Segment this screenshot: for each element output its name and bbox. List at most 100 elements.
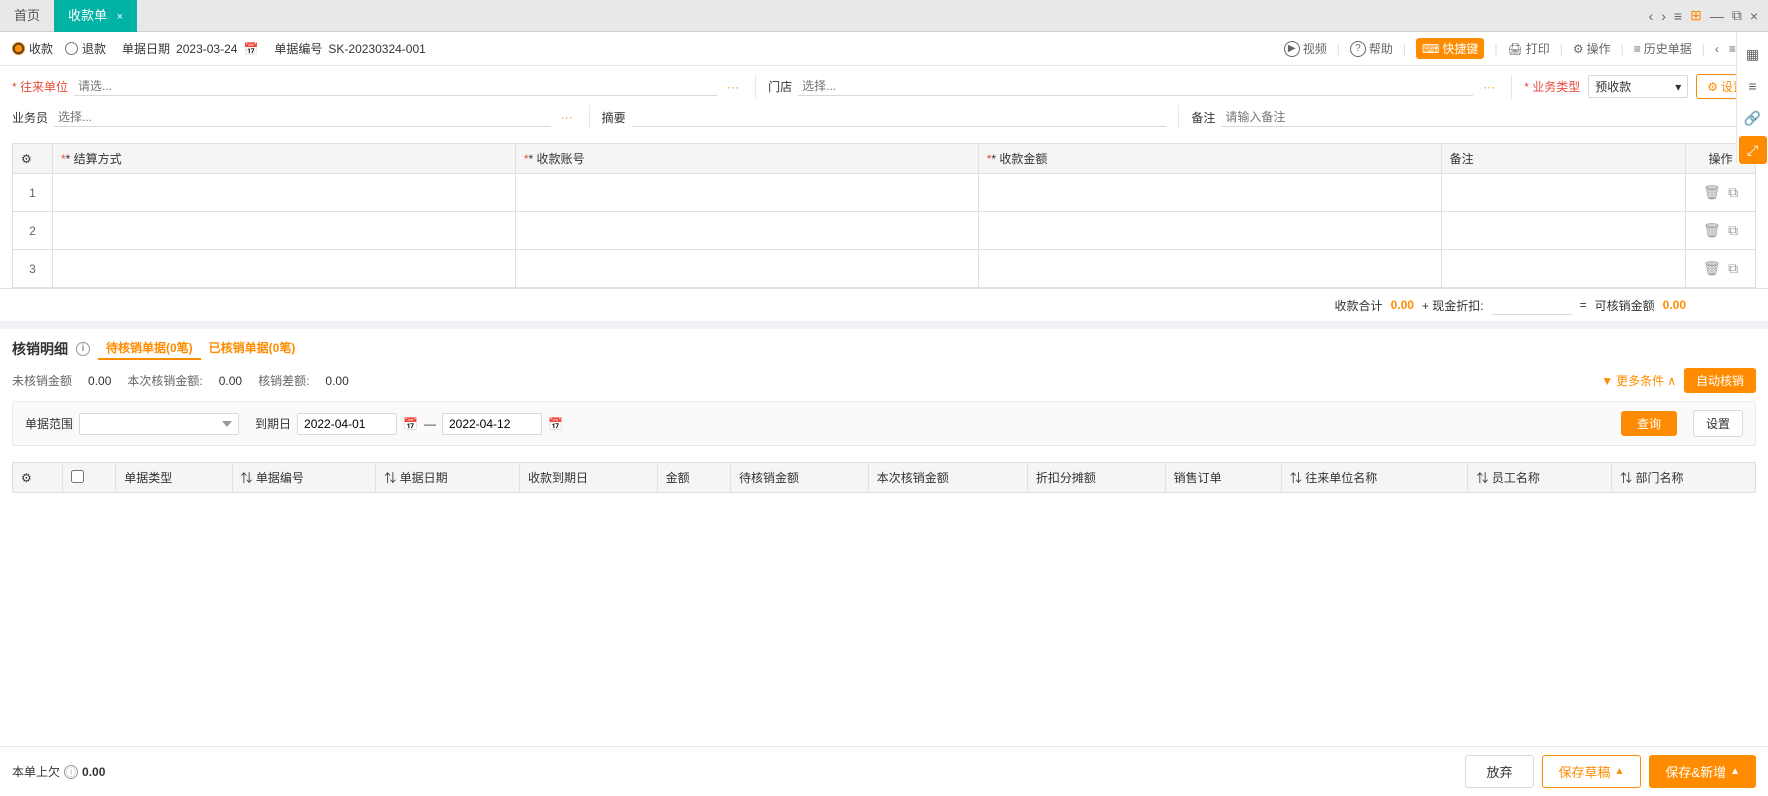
calendar-to-icon[interactable]: 📅	[548, 417, 563, 431]
tab-done[interactable]: 已核销单据(0笔)	[201, 337, 304, 360]
store-more-btn[interactable]: ···	[1479, 80, 1499, 94]
summary-field: 摘要	[602, 108, 1167, 127]
salesperson-input[interactable]	[54, 108, 551, 127]
query-btn[interactable]: 查询	[1621, 411, 1677, 436]
calendar-from-icon[interactable]: 📅	[403, 417, 418, 431]
tab-bar-right: ‹ › ≡ ⊞ — ⧉ ×	[1649, 7, 1768, 24]
help-action[interactable]: ? 帮助	[1350, 40, 1393, 57]
business-type-field: * 业务类型 预收款 ▾ ⚙ 设置	[1524, 74, 1756, 99]
divider-1	[755, 75, 756, 99]
row-1-account[interactable]	[515, 174, 978, 212]
table-gear-th[interactable]: ⚙	[13, 144, 53, 174]
nav-next-icon[interactable]: ›	[1661, 8, 1666, 24]
th-settlement: ** 结算方式	[53, 144, 516, 174]
summary-input[interactable]	[632, 108, 1167, 127]
tab-receipt[interactable]: 收款单 ×	[54, 0, 137, 32]
filter-icon: ▼	[1601, 374, 1613, 388]
filter-settings-btn[interactable]: 设置	[1693, 410, 1743, 437]
counterpart-more-btn[interactable]: ···	[723, 80, 743, 94]
sidebar-link-icon[interactable]: 🔗	[1739, 104, 1767, 132]
window-close-icon[interactable]: ×	[1750, 8, 1758, 24]
form-row-2: 业务员 ··· 摘要 备注	[12, 105, 1756, 129]
row-1-settlement[interactable]	[53, 174, 516, 212]
toolbar: 收款 退款 单据日期 2023-03-24 📅 单据编号 SK-20230324…	[0, 32, 1768, 66]
main-wrapper: 收款 退款 单据日期 2023-03-24 📅 单据编号 SK-20230324…	[0, 32, 1768, 796]
print-action[interactable]: 🖨 打印	[1507, 40, 1549, 57]
sidebar-expand-icon[interactable]: ⤢	[1739, 136, 1767, 164]
tab-close-icon[interactable]: ×	[117, 11, 123, 23]
date-to-input[interactable]	[442, 413, 542, 435]
video-action[interactable]: ▶ 视频	[1284, 40, 1327, 57]
store-input[interactable]	[798, 77, 1473, 96]
row-2-delete-btn[interactable]: 🗑	[1701, 220, 1723, 241]
remarks-input[interactable]	[1221, 108, 1756, 127]
tab-bar: 首页 收款单 × ‹ › ≡ ⊞ — ⧉ ×	[0, 0, 1768, 32]
date-from-input[interactable]	[297, 413, 397, 435]
tab-pending[interactable]: 待核销单据(0笔)	[98, 337, 201, 360]
row-3-amount[interactable]	[978, 250, 1441, 288]
operation-action[interactable]: ⚙ 操作	[1573, 40, 1611, 57]
row-2-account[interactable]	[515, 212, 978, 250]
row-1-remark[interactable]	[1441, 174, 1685, 212]
right-sidebar: ▦ ≡ 🔗 ⤢	[1736, 32, 1768, 164]
filter-row: 单据范围 到期日 📅 — 📅 查询 设置	[12, 401, 1756, 446]
range-field: 单据范围	[25, 413, 239, 435]
row-3-copy-btn[interactable]: ⧉	[1726, 258, 1740, 279]
grid-view-icon[interactable]: ≡	[1674, 8, 1682, 24]
form-row-1: * 往来单位 ··· 门店 ··· * 业务类型 预收款 ▾ ⚙ 设置	[12, 74, 1756, 99]
bottom-table-wrap[interactable]: ⚙ 单据类型 ⇅ 单据编号 ⇅ 单据日期 收款到期日 金额 待核销金额 本次核销…	[0, 462, 1768, 746]
layout-list-icon[interactable]: ≡	[1729, 42, 1736, 56]
save-draft-button[interactable]: 保存草稿 ▲	[1542, 755, 1642, 788]
auto-verify-btn[interactable]: 自动核销	[1684, 368, 1756, 393]
select-all-checkbox[interactable]	[71, 470, 84, 483]
row-2-remark[interactable]	[1441, 212, 1685, 250]
footer-info-icon[interactable]: ⓘ	[64, 765, 78, 779]
save-new-button[interactable]: 保存&新增 ▲	[1649, 755, 1756, 788]
doc-no-field: 单据编号 SK-20230324-001	[274, 40, 425, 57]
row-1-copy-btn[interactable]: ⧉	[1726, 182, 1740, 203]
bth-gear[interactable]: ⚙	[13, 463, 63, 493]
history-action[interactable]: ≡ 历史单据	[1634, 40, 1692, 57]
row-3-ops: 🗑 ⧉	[1686, 250, 1756, 288]
table-gear-icon[interactable]: ⚙	[21, 152, 32, 166]
range-select[interactable]	[79, 413, 239, 435]
summary-row: 收款合计 0.00 + 现金折扣: = 可核销金额 0.00	[0, 288, 1768, 321]
sidebar-doc-icon[interactable]: ≡	[1739, 72, 1767, 100]
verification-tabs: 待核销单据(0笔) 已核销单据(0笔)	[98, 337, 303, 360]
salesperson-more-btn[interactable]: ···	[557, 110, 577, 124]
tab-home[interactable]: 首页	[0, 0, 54, 32]
row-1-amount[interactable]	[978, 174, 1441, 212]
business-type-select[interactable]: 预收款 ▾	[1588, 75, 1688, 98]
counterpart-input[interactable]	[74, 77, 717, 96]
more-tabs-icon[interactable]: ⊞	[1690, 7, 1702, 24]
row-2-settlement[interactable]	[53, 212, 516, 250]
window-minimize-icon[interactable]: —	[1710, 8, 1724, 24]
section-divider	[0, 321, 1768, 329]
stats-row: 未核销金额 0.00 本次核销金额: 0.00 核销差额: 0.00 ▼ 更多条…	[12, 368, 1756, 393]
nav-prev-icon[interactable]: ‹	[1649, 8, 1654, 24]
shortcut-action[interactable]: ⌨ 快捷键	[1416, 38, 1484, 59]
row-2-num: 2	[13, 212, 53, 250]
radio-refund[interactable]: 退款	[65, 40, 106, 57]
row-3-delete-btn[interactable]: 🗑	[1701, 258, 1723, 279]
table-section: ⚙ ** 结算方式 ** 收款账号 ** 收款金额 备注 操作 1	[0, 143, 1768, 288]
row-3-account[interactable]	[515, 250, 978, 288]
prev-page-icon[interactable]: ‹	[1715, 42, 1719, 56]
row-1-delete-btn[interactable]: 🗑	[1701, 182, 1723, 203]
row-2-copy-btn[interactable]: ⧉	[1726, 220, 1740, 241]
sidebar-table-icon[interactable]: ▦	[1739, 40, 1767, 68]
row-3-settlement[interactable]	[53, 250, 516, 288]
row-2-amount[interactable]	[978, 212, 1441, 250]
bth-check[interactable]	[62, 463, 116, 493]
row-1-num: 1	[13, 174, 53, 212]
row-3-remark[interactable]	[1441, 250, 1685, 288]
cash-discount-input[interactable]	[1492, 295, 1572, 315]
more-conditions-btn[interactable]: ▼ 更多条件 ∧	[1601, 372, 1676, 389]
table-row: 1 🗑 ⧉	[13, 174, 1756, 212]
window-restore-icon[interactable]: ⧉	[1732, 7, 1742, 24]
radio-receipt[interactable]: 收款	[12, 40, 53, 57]
form-section: * 往来单位 ··· 门店 ··· * 业务类型 预收款 ▾ ⚙ 设置	[0, 66, 1768, 143]
calendar-icon[interactable]: 📅	[243, 42, 258, 56]
info-icon[interactable]: i	[76, 342, 90, 356]
abandon-button[interactable]: 放弃	[1465, 755, 1533, 788]
